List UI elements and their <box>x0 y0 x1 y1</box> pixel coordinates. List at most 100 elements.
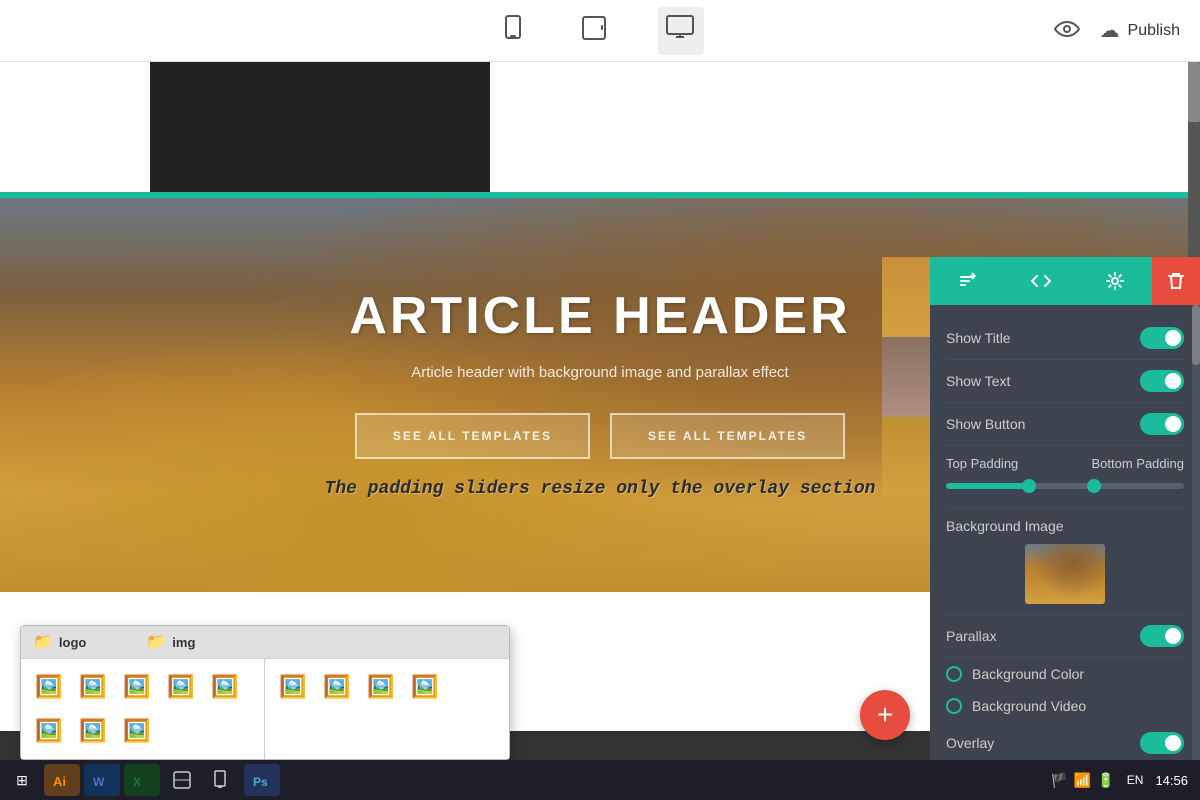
show-title-toggle[interactable] <box>1140 327 1184 349</box>
desktop-icon[interactable] <box>658 7 704 55</box>
preview-icon[interactable] <box>1054 18 1080 44</box>
padding-slider[interactable] <box>946 483 1184 489</box>
parallax-label: Parallax <box>946 628 997 644</box>
side-thumb-1[interactable] <box>882 257 930 337</box>
taskbar-ps[interactable]: Ps <box>244 764 280 796</box>
show-title-row: Show Title <box>946 317 1184 360</box>
padding-section: Top Padding Bottom Padding <box>946 446 1184 508</box>
show-text-row: Show Text <box>946 360 1184 403</box>
cloud-icon: ☁ <box>1100 18 1120 43</box>
right-panel: Show Title Show Text Show Button Top Pad… <box>930 257 1200 777</box>
sort-button[interactable] <box>930 257 1004 305</box>
fm-img-3[interactable]: 🖼️ <box>361 667 401 707</box>
fm-file-8[interactable]: 🖼️ <box>117 711 157 751</box>
top-white-left <box>0 62 150 192</box>
fm-file-2[interactable]: 🖼️ <box>73 667 113 707</box>
fm-file-5[interactable]: 🖼️ <box>205 667 245 707</box>
taskbar-word[interactable]: W <box>84 764 120 796</box>
taskbar-ai[interactable]: Ai <box>44 764 80 796</box>
bg-color-radio[interactable] <box>946 666 962 682</box>
svg-text:X: X <box>133 775 141 789</box>
show-title-label: Show Title <box>946 330 1011 346</box>
taskbar-app5[interactable] <box>204 764 240 796</box>
code-button[interactable] <box>1004 257 1078 305</box>
panel-toolbar <box>930 257 1200 305</box>
tablet-icon[interactable] <box>574 7 618 55</box>
parallax-row: Parallax <box>946 615 1184 658</box>
slider-track-left <box>946 483 1029 489</box>
device-icons <box>496 7 704 55</box>
taskbar-start[interactable]: ⊞ <box>4 764 40 796</box>
show-text-toggle[interactable] <box>1140 370 1184 392</box>
bg-color-label: Background Color <box>972 666 1084 682</box>
fm-icons-grid-img: 🖼️ 🖼️ 🖼️ 🖼️ <box>269 663 505 711</box>
flag-icon: 🏴 <box>1050 772 1067 789</box>
delete-button[interactable] <box>1152 257 1200 305</box>
fm-img-4[interactable]: 🖼️ <box>405 667 445 707</box>
battery-icon: 🔋 <box>1097 772 1114 789</box>
bg-video-label: Background Video <box>972 698 1086 714</box>
parallax-toggle[interactable] <box>1140 625 1184 647</box>
taskbar-clock: 14:56 <box>1155 773 1188 788</box>
fm-folder-img[interactable]: 📁 img <box>146 632 195 652</box>
svg-text:W: W <box>93 775 105 789</box>
overlay-toggle[interactable] <box>1140 732 1184 754</box>
article-title: ARTICLE HEADER <box>349 286 850 346</box>
top-black-mid <box>150 62 490 192</box>
fm-file-6[interactable]: 🖼️ <box>29 711 69 751</box>
side-thumb-2[interactable] <box>882 337 930 417</box>
fm-file-7[interactable]: 🖼️ <box>73 711 113 751</box>
bottom-padding-label: Bottom Padding <box>1091 456 1184 471</box>
publish-label: Publish <box>1128 22 1180 40</box>
main-area: ARTICLE HEADER Article header with backg… <box>0 62 1200 800</box>
side-thumb-3[interactable] <box>882 417 930 497</box>
template-btn-2[interactable]: SEE ALL TEMPLATES <box>610 413 845 459</box>
add-button[interactable]: + <box>860 690 910 740</box>
side-thumbnails <box>882 257 930 497</box>
svg-text:Ai: Ai <box>53 774 66 789</box>
template-btn-1[interactable]: SEE ALL TEMPLATES <box>355 413 590 459</box>
bg-thumb-inner <box>1025 544 1105 604</box>
taskbar-excel[interactable]: X <box>124 764 160 796</box>
fm-file-4[interactable]: 🖼️ <box>161 667 201 707</box>
show-text-label: Show Text <box>946 373 1010 389</box>
article-subtitle: Article header with background image and… <box>411 364 788 381</box>
show-button-toggle[interactable] <box>1140 413 1184 435</box>
template-buttons: SEE ALL TEMPLATES SEE ALL TEMPLATES <box>355 413 845 459</box>
folder-img-label: img <box>172 635 195 650</box>
taskbar-lang: EN <box>1127 773 1144 787</box>
padding-labels: Top Padding Bottom Padding <box>946 456 1184 471</box>
overlay-label: Overlay <box>946 735 994 751</box>
panel-scrollbar[interactable] <box>1192 305 1200 785</box>
fm-header: 📁 logo 📁 img <box>21 626 509 659</box>
taskbar-app4[interactable] <box>164 764 200 796</box>
fm-file-1[interactable]: 🖼️ <box>29 667 69 707</box>
fm-img-2[interactable]: 🖼️ <box>317 667 357 707</box>
fm-img-1[interactable]: 🖼️ <box>273 667 313 707</box>
publish-area: ☁ Publish <box>1054 18 1180 44</box>
taskbar: ⊞ Ai W X Ps 🏴 📶 🔋 EN 14:56 <box>0 760 1200 800</box>
main-scrollbar-thumb <box>1188 62 1200 122</box>
overlay-row: Overlay <box>946 722 1184 765</box>
fm-file-3[interactable]: 🖼️ <box>117 667 157 707</box>
bg-image-thumbnail[interactable] <box>1025 544 1105 604</box>
publish-button[interactable]: ☁ Publish <box>1100 18 1180 43</box>
fm-pane-logo: 🖼️ 🖼️ 🖼️ 🖼️ 🖼️ 🖼️ 🖼️ 🖼️ <box>21 659 265 759</box>
mobile-small-icon[interactable] <box>496 7 534 55</box>
slider-thumb-left[interactable] <box>1022 479 1036 493</box>
fm-content: 🖼️ 🖼️ 🖼️ 🖼️ 🖼️ 🖼️ 🖼️ 🖼️ 🖼️ 🖼️ 🖼️ 🖼️ <box>21 659 509 759</box>
fm-pane-img: 🖼️ 🖼️ 🖼️ 🖼️ <box>265 659 509 759</box>
network-icon: 📶 <box>1074 772 1091 789</box>
slider-thumb-right[interactable] <box>1087 479 1101 493</box>
fm-folder-logo[interactable]: 📁 logo <box>33 632 86 652</box>
bg-video-row[interactable]: Background Video <box>946 690 1184 722</box>
taskbar-items: ⊞ Ai W X Ps <box>4 764 280 796</box>
panel-content: Show Title Show Text Show Button Top Pad… <box>930 305 1200 777</box>
folder-logo-label: logo <box>59 635 86 650</box>
bg-color-row[interactable]: Background Color <box>946 658 1184 690</box>
bg-image-section: Background Image <box>946 508 1184 615</box>
bg-video-radio[interactable] <box>946 698 962 714</box>
svg-text:Ps: Ps <box>253 775 268 789</box>
fm-icons-grid-logo: 🖼️ 🖼️ 🖼️ 🖼️ 🖼️ 🖼️ 🖼️ 🖼️ <box>25 663 260 755</box>
settings-button[interactable] <box>1078 257 1152 305</box>
